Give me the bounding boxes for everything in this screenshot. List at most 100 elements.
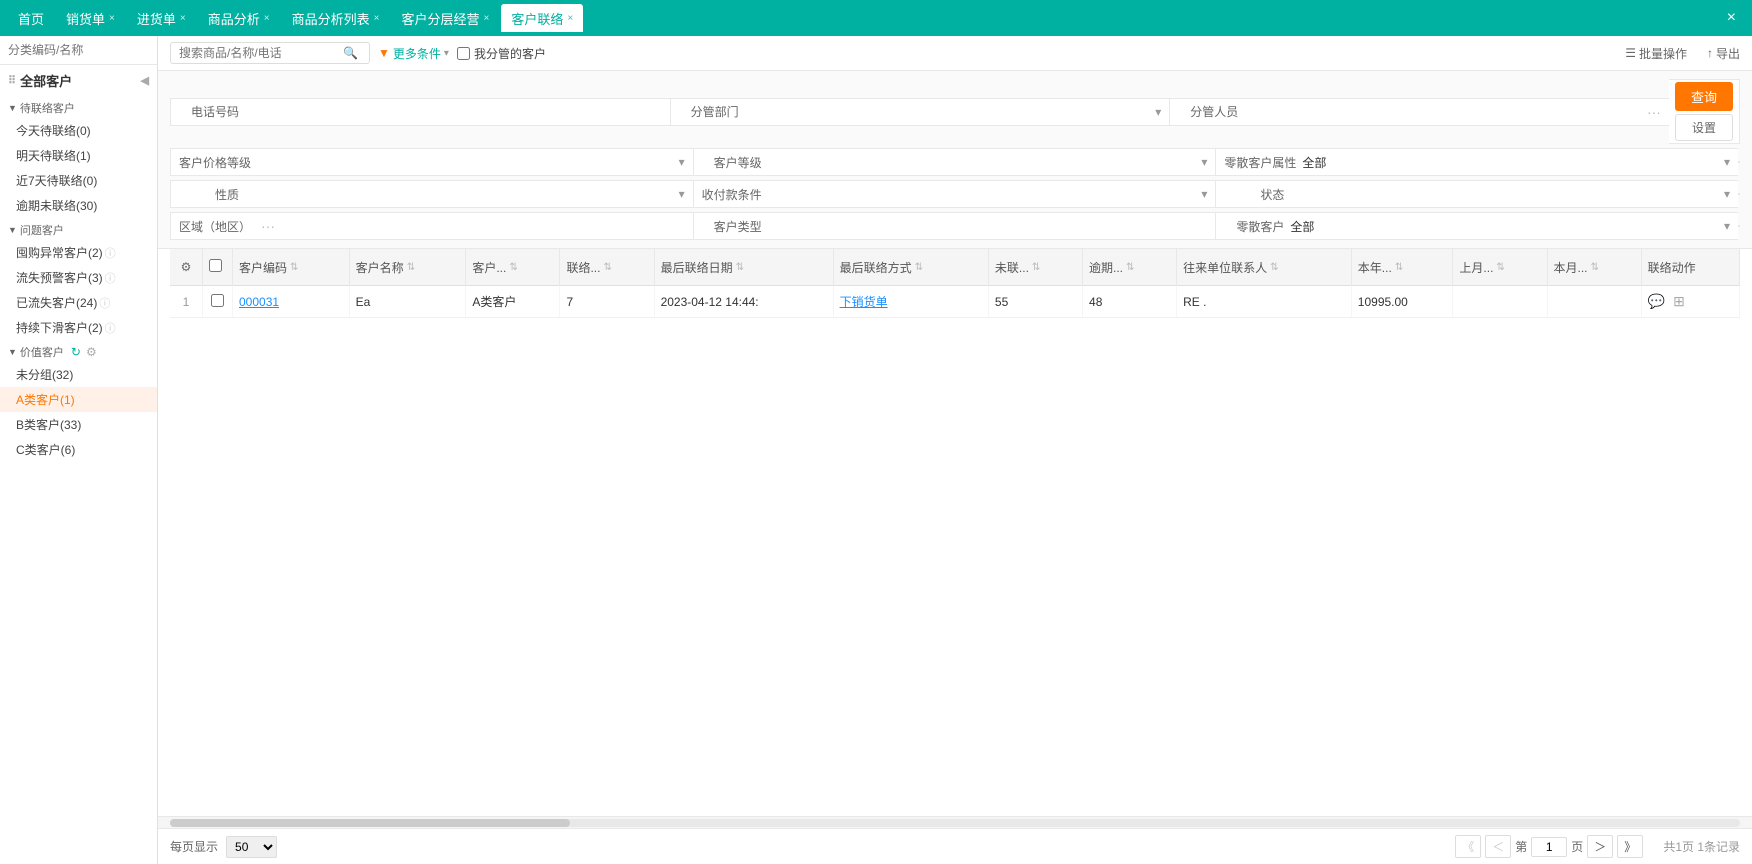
info-icon-3: ⓘ (105, 320, 116, 336)
close-all-tabs[interactable]: × (1719, 9, 1744, 27)
my-customers-checkbox[interactable] (457, 47, 470, 60)
setting-btn[interactable]: 设置 (1675, 114, 1733, 141)
customer-grade-select[interactable]: ▾ (768, 155, 1208, 169)
prev-page-btn[interactable]: ＜ (1485, 835, 1511, 858)
my-customers-filter[interactable]: 我分管的客户 (457, 45, 546, 62)
sort-not-contacted-icon[interactable]: ⇅ (1032, 262, 1040, 273)
payment-dropdown-icon: ▾ (1201, 187, 1207, 201)
sort-date-icon[interactable]: ⇅ (736, 262, 744, 273)
sidebar-group-pending[interactable]: ▼ 待联络客户 (0, 96, 157, 118)
close-tab-product-analysis-list[interactable]: × (374, 13, 380, 24)
tab-sales[interactable]: 销货单 × (56, 4, 125, 32)
td-last-contact-date: 2023-04-12 14:44: (654, 286, 833, 318)
customer-code-link[interactable]: 000031 (239, 295, 279, 309)
sidebar-collapse-icon[interactable]: ◀ (141, 74, 149, 87)
column-settings-icon[interactable]: ⚙ (176, 257, 196, 277)
sidebar-item-churned[interactable]: 已流失客户(24) ⓘ (0, 290, 157, 315)
filter-bar: 🔍 ▼ 更多条件 ▾ 我分管的客户 ☰ 批量操作 ↑ 导出 (158, 36, 1752, 71)
sidebar-item-class-a[interactable]: A类客户(1) (0, 387, 157, 412)
retail-attr-select[interactable]: 全部 ▾ (1302, 154, 1730, 171)
sidebar-item-churn-warning[interactable]: 流失预警客户(3) ⓘ (0, 265, 157, 290)
sidebar-item-unclassified[interactable]: 未分组(32) (0, 362, 157, 387)
tab-product-analysis-list[interactable]: 商品分析列表 × (282, 4, 390, 32)
td-contact-person: RE . (1177, 286, 1352, 318)
td-contact-count: 7 (560, 286, 654, 318)
sort-method-icon[interactable]: ⇅ (915, 262, 923, 273)
close-tab-customer-contact[interactable]: × (567, 13, 573, 24)
sidebar-group-problem[interactable]: ▼ 问题客户 (0, 218, 157, 240)
refresh-icon[interactable]: ↻ (71, 345, 81, 359)
sidebar-search-input[interactable] (8, 43, 158, 57)
sort-last-month-icon[interactable]: ⇅ (1496, 262, 1504, 273)
page-size-select[interactable]: 50 100 200 (226, 836, 277, 858)
sort-this-month-icon[interactable]: ⇅ (1591, 262, 1599, 273)
expand-icon2: ▼ (8, 225, 17, 235)
sort-this-year-icon[interactable]: ⇅ (1395, 262, 1403, 273)
info-icon-1: ⓘ (105, 270, 116, 286)
td-last-contact-method: 下销货单 (833, 286, 988, 318)
first-page-btn[interactable]: 《 (1455, 835, 1481, 858)
sidebar-item-class-b[interactable]: B类客户(33) (0, 412, 157, 437)
sidebar-item-declining[interactable]: 持续下滑客户(2) ⓘ (0, 315, 157, 340)
sidebar-group-value[interactable]: ▼ 价值客户 ↻ ⚙ (0, 340, 157, 362)
tab-product-analysis[interactable]: 商品分析 × (198, 4, 280, 32)
export-btn[interactable]: ↑ 导出 (1707, 45, 1740, 62)
payment-select[interactable]: ▾ (768, 187, 1208, 201)
th-overdue: 逾期... ⇅ (1083, 249, 1177, 286)
page-number-input[interactable] (1531, 837, 1567, 857)
person-input[interactable] (1244, 105, 1641, 119)
batch-ops-btn[interactable]: ☰ 批量操作 (1625, 45, 1687, 62)
select-all-checkbox[interactable] (209, 259, 222, 272)
sort-overdue-icon[interactable]: ⇅ (1126, 262, 1134, 273)
tab-home[interactable]: 首页 (8, 4, 54, 32)
qr-action-icon[interactable]: ⊞ (1673, 293, 1685, 310)
sort-code-icon[interactable]: ⇅ (290, 262, 298, 273)
sidebar-item-abnormal-purchase[interactable]: 囤购异常客户(2) ⓘ (0, 240, 157, 265)
dept-select[interactable]: ▾ (745, 105, 1162, 119)
tab-customer-contact[interactable]: 客户联络 × (501, 4, 583, 32)
phone-input[interactable] (245, 105, 662, 119)
sort-contact-person-icon[interactable]: ⇅ (1270, 262, 1278, 273)
sidebar-all-customers[interactable]: ⠿ 全部客户 ◀ (0, 65, 157, 96)
sort-name-icon[interactable]: ⇅ (407, 262, 415, 273)
next-page-btn[interactable]: ＞ (1587, 835, 1613, 858)
contact-method-link[interactable]: 下销货单 (840, 295, 888, 309)
more-conditions-btn[interactable]: ▼ 更多条件 ▾ (378, 45, 449, 62)
sort-contact-icon[interactable]: ⇅ (603, 262, 611, 273)
nature-dropdown-icon: ▾ (679, 187, 685, 201)
sidebar-item-overdue-pending[interactable]: 逾期未联络(30) (0, 193, 157, 218)
tab-purchase[interactable]: 进货单 × (127, 4, 196, 32)
sidebar-item-class-c[interactable]: C类客户(6) (0, 437, 157, 462)
filter-search-icon[interactable]: 🔍 (343, 46, 358, 60)
close-tab-product-analysis[interactable]: × (264, 13, 270, 24)
nature-select[interactable]: ▾ (245, 187, 685, 201)
sort-type-icon[interactable]: ⇅ (509, 262, 517, 273)
close-tab-sales[interactable]: × (109, 13, 115, 24)
scrollbar-track (170, 819, 1740, 827)
settings-icon[interactable]: ⚙ (86, 345, 97, 359)
region-dots-btn[interactable]: ··· (261, 218, 275, 234)
sidebar-item-7days-pending[interactable]: 近7天待联络(0) (0, 168, 157, 193)
adv-filter-price-grade: 客户价格等级 ▾ (170, 148, 693, 176)
sidebar-item-today-pending[interactable]: 今天待联络(0) (0, 118, 157, 143)
query-btn[interactable]: 查询 (1675, 82, 1733, 111)
retail-select[interactable]: 全部 ▾ (1290, 218, 1730, 235)
sidebar-search-container: 🔍 (0, 36, 157, 65)
last-page-btn[interactable]: 》 (1617, 835, 1643, 858)
adv-filter-dept: 分管部门 ▾ (670, 98, 1170, 126)
horizontal-scrollbar[interactable] (158, 816, 1752, 828)
status-select[interactable]: ▾ (1290, 187, 1730, 201)
row-checkbox[interactable] (211, 294, 224, 307)
export-icon: ↑ (1707, 46, 1713, 60)
chat-action-icon[interactable]: 💬 (1648, 293, 1665, 310)
close-tab-customer-tier[interactable]: × (483, 13, 489, 24)
price-grade-select[interactable]: ▾ (257, 155, 685, 169)
row4-spacer (1738, 225, 1740, 227)
scrollbar-thumb[interactable] (170, 819, 570, 827)
person-dots-btn[interactable]: ··· (1647, 104, 1661, 120)
tab-customer-tier[interactable]: 客户分层经营 × (391, 4, 499, 32)
region-select[interactable]: ··· (257, 218, 685, 234)
close-tab-purchase[interactable]: × (180, 13, 186, 24)
sidebar-item-tomorrow-pending[interactable]: 明天待联络(1) (0, 143, 157, 168)
filter-search-input[interactable] (179, 46, 339, 60)
